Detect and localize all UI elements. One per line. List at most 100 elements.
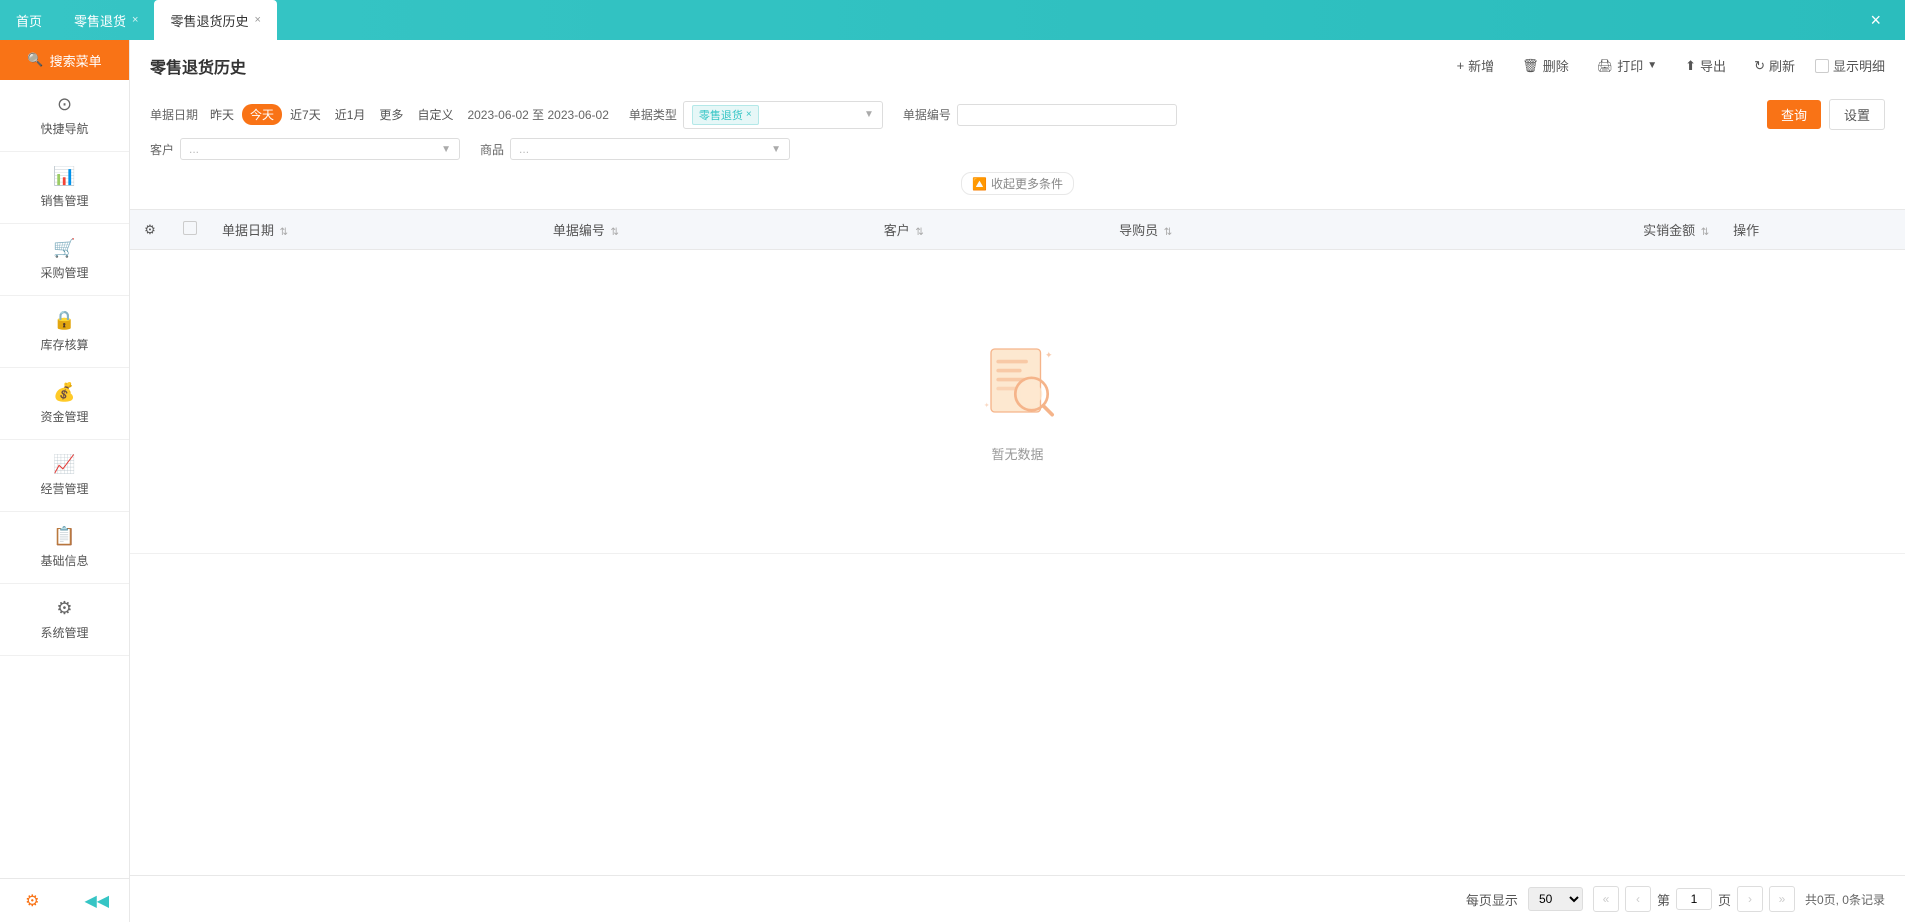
th-checkbox[interactable] <box>170 210 210 250</box>
tab-home[interactable]: 首页 <box>0 0 58 40</box>
table-header-row: ⚙ 单据日期 ⇅ 单据编号 ⇅ <box>130 210 1905 250</box>
date-shortcut-more[interactable]: 更多 <box>373 104 409 125</box>
sidebar-item-system[interactable]: ⚙ 系统管理 <box>0 584 129 656</box>
date-shortcut-today[interactable]: 今天 <box>242 104 282 125</box>
customer-placeholder: ... <box>189 142 199 156</box>
notify-icon: ◀◀ <box>84 891 109 911</box>
page-number-input[interactable] <box>1676 888 1712 910</box>
add-button[interactable]: + 新增 <box>1449 52 1503 79</box>
next-page-button[interactable]: › <box>1737 886 1763 912</box>
page-label: 第 <box>1657 890 1670 909</box>
sidebar-search-button[interactable]: 🔍 搜索菜单 <box>0 40 129 80</box>
customer-filter-label: 客户 <box>150 141 174 158</box>
th-date[interactable]: 单据日期 ⇅ <box>210 210 541 250</box>
sidebar-item-inventory[interactable]: 🔒 库存核算 <box>0 296 129 368</box>
customer-sort-icon[interactable]: ⇅ <box>915 227 923 238</box>
table-empty-row: ✦ ✦ 暂无数据 <box>130 250 1905 554</box>
finance-icon: 💰 <box>53 382 75 403</box>
window-close-button[interactable]: × <box>1862 10 1889 31</box>
query-button[interactable]: 查询 <box>1767 100 1821 129</box>
th-guide-label: 导购员 <box>1119 223 1158 238</box>
table-footer: 每页显示 50 100 200 « ‹ 第 页 › » <box>130 875 1905 922</box>
sidebar-item-quick-nav-label: 快捷导航 <box>40 120 88 137</box>
sidebar-notify-button[interactable]: ◀◀ <box>65 879 130 922</box>
sidebar-bottom: ⚙ ◀◀ <box>0 878 129 922</box>
type-tag-close[interactable]: × <box>746 109 752 120</box>
th-customer[interactable]: 客户 ⇅ <box>872 210 1107 250</box>
th-guide[interactable]: 导购员 ⇅ <box>1107 210 1390 250</box>
product-placeholder: ... <box>519 142 529 156</box>
type-tag: 零售退货 × <box>692 105 759 125</box>
collapse-label: 收起更多条件 <box>991 175 1063 192</box>
data-table: ⚙ 单据日期 ⇅ 单据编号 ⇅ <box>130 210 1905 554</box>
type-select[interactable]: 零售退货 × ▼ <box>683 101 883 129</box>
column-settings-icon[interactable]: ⚙ <box>144 222 156 237</box>
sidebar-settings-button[interactable]: ⚙ <box>0 879 65 922</box>
product-select[interactable]: ... ▼ <box>510 138 790 160</box>
refresh-icon: ↻ <box>1754 58 1765 74</box>
collapse-button[interactable]: 🔼 收起更多条件 <box>961 172 1074 195</box>
th-amount[interactable]: 实销金额 ⇅ <box>1390 210 1721 250</box>
guide-sort-icon[interactable]: ⇅ <box>1164 227 1172 238</box>
type-select-arrow: ▼ <box>864 109 874 120</box>
sidebar-item-quick-nav[interactable]: ⊙ 快捷导航 <box>0 80 129 152</box>
prev-page-button[interactable]: ‹ <box>1625 886 1651 912</box>
filter-settings-label: 设置 <box>1844 105 1870 124</box>
filter-area: 单据日期 昨天 今天 近7天 近1月 更多 自定义 2023-06-02 至 2… <box>150 89 1885 209</box>
product-select-arrow: ▼ <box>771 144 781 155</box>
collapse-icon: 🔼 <box>972 177 987 191</box>
date-shortcut-yesterday[interactable]: 昨天 <box>204 104 240 125</box>
print-icon: 🖨 <box>1597 58 1614 74</box>
amount-sort-icon[interactable]: ⇅ <box>1701 227 1709 238</box>
date-sort-icon[interactable]: ⇅ <box>280 227 288 238</box>
page-nav: « ‹ 第 页 › » <box>1593 886 1795 912</box>
page-header: 零售退货历史 + 新增 🗑 删除 🖨 打印 ▼ <box>130 40 1905 210</box>
sidebar-item-purchase[interactable]: 🛒 采购管理 <box>0 224 129 296</box>
purchase-icon: 🛒 <box>53 238 75 259</box>
tab-retail-return-close[interactable]: × <box>132 14 138 26</box>
sidebar-item-operations[interactable]: 📈 经营管理 <box>0 440 129 512</box>
customer-select[interactable]: ... ▼ <box>180 138 460 160</box>
first-page-button[interactable]: « <box>1593 886 1619 912</box>
th-settings[interactable]: ⚙ <box>130 210 170 250</box>
prev-page-icon: ‹ <box>1636 892 1640 906</box>
refresh-button[interactable]: ↻ 刷新 <box>1746 52 1803 79</box>
sidebar-item-purchase-label: 采购管理 <box>40 264 88 281</box>
th-actions-label: 操作 <box>1733 223 1759 238</box>
tab-retail-return[interactable]: 零售退货 × <box>58 0 154 40</box>
sales-icon: 📊 <box>53 166 75 187</box>
toolbar: + 新增 🗑 删除 🖨 打印 ▼ ⬆ 导出 <box>1449 52 1885 79</box>
filter-number: 单据编号 <box>903 104 1177 126</box>
svg-text:✦: ✦ <box>983 401 989 410</box>
date-shortcut-7days[interactable]: 近7天 <box>284 104 327 125</box>
page-size-label: 每页显示 <box>1466 890 1518 909</box>
filter-type: 单据类型 零售退货 × ▼ <box>629 101 883 129</box>
th-number[interactable]: 单据编号 ⇅ <box>541 210 872 250</box>
delete-button[interactable]: 🗑 删除 <box>1514 52 1577 79</box>
tab-retail-return-history[interactable]: 零售退货历史 × <box>154 0 276 40</box>
tab-retail-return-history-close[interactable]: × <box>254 14 260 26</box>
number-filter-label: 单据编号 <box>903 106 951 123</box>
number-sort-icon[interactable]: ⇅ <box>611 227 619 238</box>
display-detail-checkbox[interactable] <box>1815 59 1829 73</box>
main-layout: 🔍 搜索菜单 ⊙ 快捷导航 📊 销售管理 🛒 采购管理 🔒 库存核算 💰 <box>0 40 1905 922</box>
page-title: 零售退货历史 <box>150 54 246 78</box>
date-shortcut-1month[interactable]: 近1月 <box>329 104 372 125</box>
operations-icon: 📈 <box>53 454 75 475</box>
filter-actions: 查询 设置 <box>1767 99 1885 130</box>
sidebar-item-finance[interactable]: 💰 资金管理 <box>0 368 129 440</box>
svg-text:✦: ✦ <box>1045 350 1053 360</box>
display-detail-toggle[interactable]: 显示明细 <box>1815 56 1885 75</box>
sidebar-item-basic-info[interactable]: 📋 基础信息 <box>0 512 129 584</box>
last-page-button[interactable]: » <box>1769 886 1795 912</box>
print-button[interactable]: 🖨 打印 ▼ <box>1589 52 1665 79</box>
export-button[interactable]: ⬆ 导出 <box>1677 52 1734 79</box>
select-all-checkbox[interactable] <box>183 221 197 235</box>
filter-settings-button[interactable]: 设置 <box>1829 99 1885 130</box>
next-page-icon: › <box>1748 892 1752 906</box>
basic-info-icon: 📋 <box>53 526 75 547</box>
sidebar-item-sales[interactable]: 📊 销售管理 <box>0 152 129 224</box>
date-shortcut-custom[interactable]: 自定义 <box>411 104 459 125</box>
number-input[interactable] <box>957 104 1177 126</box>
page-size-select[interactable]: 50 100 200 <box>1528 887 1583 911</box>
